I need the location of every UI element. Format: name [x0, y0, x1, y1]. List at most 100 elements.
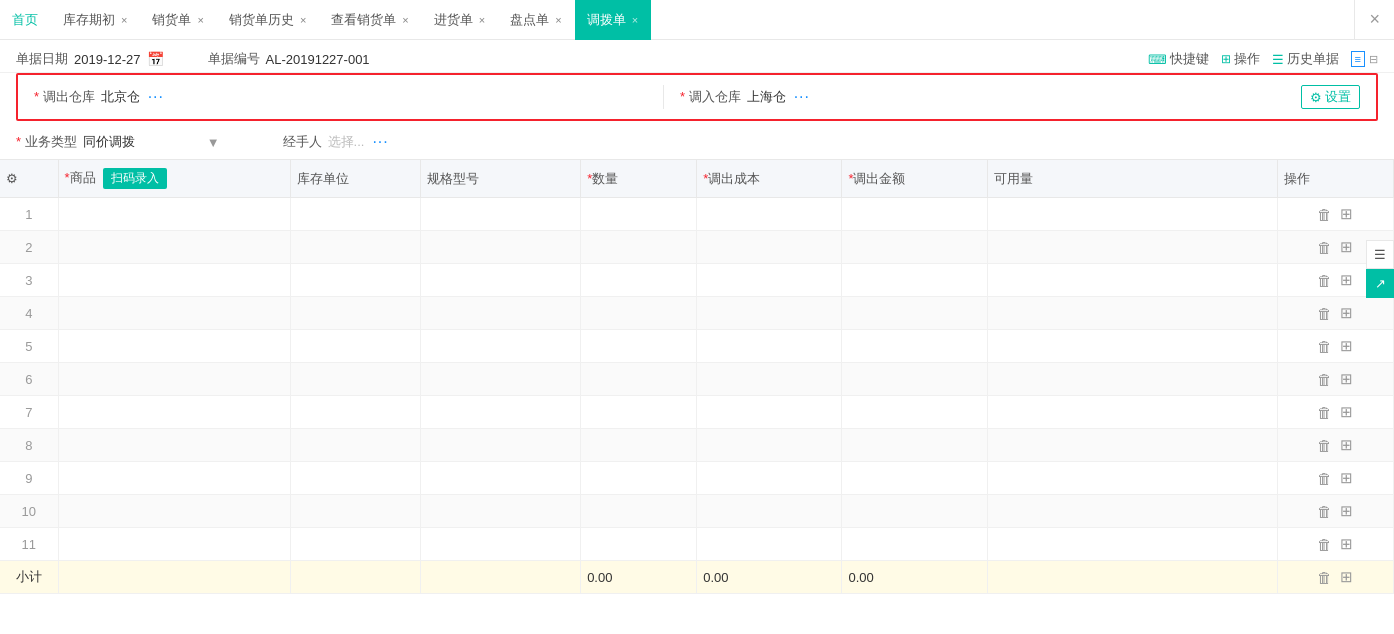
- spec-cell[interactable]: [421, 231, 581, 264]
- qty-cell[interactable]: [581, 528, 697, 561]
- cost-cell[interactable]: [697, 528, 842, 561]
- in-warehouse-more-button[interactable]: ···: [794, 88, 810, 106]
- amount-cell[interactable]: [842, 264, 987, 297]
- copy-icon[interactable]: ⊞: [1340, 205, 1353, 223]
- qty-cell[interactable]: [581, 363, 697, 396]
- available-cell[interactable]: [987, 363, 1277, 396]
- available-cell[interactable]: [987, 429, 1277, 462]
- spec-cell[interactable]: [421, 495, 581, 528]
- tab-6[interactable]: 盘点单×: [498, 0, 574, 40]
- right-doc-button[interactable]: ☰: [1366, 240, 1394, 269]
- amount-cell[interactable]: [842, 297, 987, 330]
- amount-cell[interactable]: [842, 231, 987, 264]
- tab-close-4[interactable]: ×: [402, 14, 408, 26]
- qty-cell[interactable]: [581, 198, 697, 231]
- spec-cell[interactable]: [421, 528, 581, 561]
- product-cell[interactable]: [58, 462, 290, 495]
- copy-icon[interactable]: ⊞: [1340, 238, 1353, 256]
- out-warehouse-more-button[interactable]: ···: [148, 88, 164, 106]
- tab-7[interactable]: 调拨单×: [575, 0, 651, 40]
- qty-cell[interactable]: [581, 462, 697, 495]
- unit-cell[interactable]: [290, 363, 421, 396]
- person-more-button[interactable]: ···: [372, 133, 388, 151]
- product-cell[interactable]: [58, 495, 290, 528]
- cost-cell[interactable]: [697, 462, 842, 495]
- spec-cell[interactable]: [421, 429, 581, 462]
- subtotal-delete-icon[interactable]: 🗑: [1317, 569, 1332, 586]
- qty-cell[interactable]: [581, 231, 697, 264]
- delete-icon[interactable]: 🗑: [1317, 206, 1332, 223]
- spec-cell[interactable]: [421, 462, 581, 495]
- amount-cell[interactable]: [842, 330, 987, 363]
- subtotal-copy-icon[interactable]: ⊞: [1340, 568, 1353, 586]
- cost-cell[interactable]: [697, 495, 842, 528]
- copy-icon[interactable]: ⊞: [1340, 535, 1353, 553]
- tab-1[interactable]: 库存期初×: [51, 0, 140, 40]
- tab-4[interactable]: 查看销货单×: [319, 0, 421, 40]
- product-cell[interactable]: [58, 363, 290, 396]
- product-cell[interactable]: [58, 528, 290, 561]
- product-cell[interactable]: [58, 297, 290, 330]
- th-gear[interactable]: ⚙: [0, 160, 58, 198]
- product-cell[interactable]: [58, 198, 290, 231]
- delete-icon[interactable]: 🗑: [1317, 272, 1332, 289]
- copy-icon[interactable]: ⊞: [1340, 502, 1353, 520]
- qty-cell[interactable]: [581, 396, 697, 429]
- available-cell[interactable]: [987, 198, 1277, 231]
- available-cell[interactable]: [987, 231, 1277, 264]
- spec-cell[interactable]: [421, 264, 581, 297]
- copy-icon[interactable]: ⊞: [1340, 304, 1353, 322]
- cost-cell[interactable]: [697, 231, 842, 264]
- available-cell[interactable]: [987, 462, 1277, 495]
- tab-2[interactable]: 销货单×: [140, 0, 216, 40]
- spec-cell[interactable]: [421, 297, 581, 330]
- spec-cell[interactable]: [421, 396, 581, 429]
- delete-icon[interactable]: 🗑: [1317, 437, 1332, 454]
- amount-cell[interactable]: [842, 495, 987, 528]
- product-cell[interactable]: [58, 396, 290, 429]
- delete-icon[interactable]: 🗑: [1317, 371, 1332, 388]
- delete-icon[interactable]: 🗑: [1317, 470, 1332, 487]
- available-cell[interactable]: [987, 528, 1277, 561]
- amount-cell[interactable]: [842, 198, 987, 231]
- available-cell[interactable]: [987, 297, 1277, 330]
- unit-cell[interactable]: [290, 264, 421, 297]
- delete-icon[interactable]: 🗑: [1317, 305, 1332, 322]
- copy-icon[interactable]: ⊞: [1340, 271, 1353, 289]
- tab-close-1[interactable]: ×: [121, 14, 127, 26]
- cost-cell[interactable]: [697, 363, 842, 396]
- unit-cell[interactable]: [290, 231, 421, 264]
- calendar-icon[interactable]: 📅: [147, 51, 164, 67]
- copy-icon[interactable]: ⊞: [1340, 469, 1353, 487]
- delete-icon[interactable]: 🗑: [1317, 536, 1332, 553]
- tab-3[interactable]: 销货单历史×: [217, 0, 319, 40]
- amount-cell[interactable]: [842, 429, 987, 462]
- spec-cell[interactable]: [421, 330, 581, 363]
- cost-cell[interactable]: [697, 297, 842, 330]
- shortcut-button[interactable]: ⌨ 快捷键: [1148, 50, 1209, 68]
- copy-icon[interactable]: ⊞: [1340, 370, 1353, 388]
- layout-icon-1[interactable]: ≡: [1351, 51, 1365, 67]
- spec-cell[interactable]: [421, 198, 581, 231]
- tab-5[interactable]: 进货单×: [422, 0, 498, 40]
- unit-cell[interactable]: [290, 297, 421, 330]
- spec-cell[interactable]: [421, 363, 581, 396]
- qty-cell[interactable]: [581, 297, 697, 330]
- cost-cell[interactable]: [697, 264, 842, 297]
- product-cell[interactable]: [58, 429, 290, 462]
- history-button[interactable]: ☰ 历史单据: [1272, 50, 1339, 68]
- tab-close-3[interactable]: ×: [300, 14, 306, 26]
- unit-cell[interactable]: [290, 429, 421, 462]
- cost-cell[interactable]: [697, 396, 842, 429]
- available-cell[interactable]: [987, 495, 1277, 528]
- product-cell[interactable]: [58, 264, 290, 297]
- qty-cell[interactable]: [581, 264, 697, 297]
- qty-cell[interactable]: [581, 495, 697, 528]
- tab-close-5[interactable]: ×: [479, 14, 485, 26]
- unit-cell[interactable]: [290, 528, 421, 561]
- amount-cell[interactable]: [842, 528, 987, 561]
- product-cell[interactable]: [58, 330, 290, 363]
- layout-icon-2[interactable]: ⊟: [1369, 53, 1378, 66]
- tab-close-7[interactable]: ×: [632, 14, 638, 26]
- operate-button[interactable]: ⊞ 操作: [1221, 50, 1260, 68]
